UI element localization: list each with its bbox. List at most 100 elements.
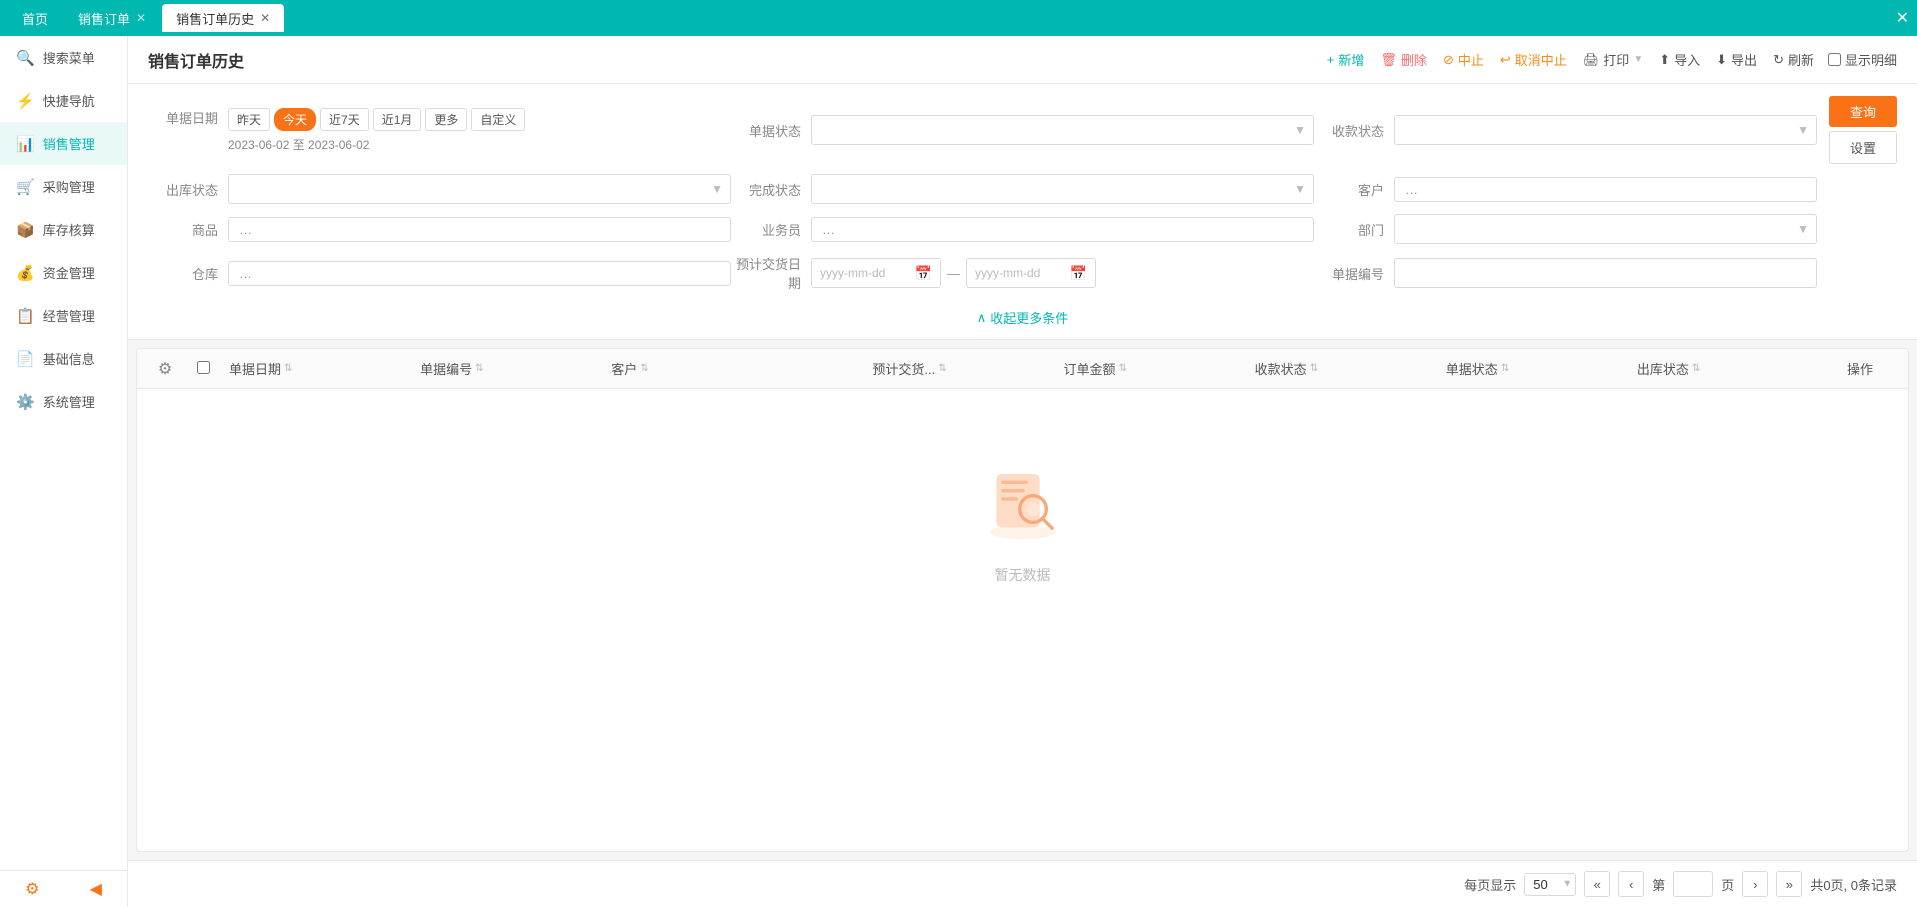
- sidebar-item-purchase-mgmt[interactable]: 🛒 采购管理: [0, 165, 127, 208]
- sidebar: 🔍 搜索菜单 ⚡ 快捷导航 📊 销售管理 🛒 采购管理 📦 库存核算 💰 资金管…: [0, 36, 128, 907]
- top-bar: 首页 销售订单 ✕ 销售订单历史 ✕ ✕: [0, 0, 1917, 36]
- sidebar-item-quick-nav[interactable]: ⚡ 快捷导航: [0, 79, 127, 122]
- complete-status-select[interactable]: [811, 174, 1314, 204]
- print-dropdown-icon: ▼: [1633, 54, 1643, 65]
- date-more-btn[interactable]: 更多: [425, 108, 467, 131]
- tab-sales-order-close[interactable]: ✕: [136, 12, 146, 24]
- complete-status-label: 完成状态: [731, 180, 811, 199]
- dept-select[interactable]: [1394, 214, 1817, 244]
- page-number-input[interactable]: 1: [1673, 871, 1713, 897]
- tab-sales-order-history[interactable]: 销售订单历史 ✕: [162, 4, 284, 32]
- page-unit-label: 页: [1721, 875, 1734, 894]
- new-button[interactable]: + 新增: [1325, 46, 1367, 73]
- warehouse-picker-btn[interactable]: …: [228, 261, 731, 286]
- table-settings-icon[interactable]: ⚙: [158, 361, 172, 378]
- export-icon: ⬇: [1716, 52, 1727, 68]
- window-close-button[interactable]: ✕: [1896, 8, 1909, 28]
- content-area: 销售订单历史 + 新增 🗑 删除 ⊘ 中止 ↩ 取消中止: [128, 36, 1917, 907]
- date-yesterday-btn[interactable]: 昨天: [228, 108, 270, 131]
- refresh-button[interactable]: ↻ 刷新: [1771, 46, 1816, 73]
- prev-page-button[interactable]: ‹: [1618, 871, 1644, 897]
- outbound-status-select[interactable]: [228, 174, 731, 204]
- print-button[interactable]: 🖨 打印 ▼: [1581, 46, 1645, 73]
- query-button[interactable]: 查询: [1829, 96, 1897, 127]
- first-page-button[interactable]: «: [1584, 871, 1610, 897]
- basic-info-icon: 📄: [16, 350, 35, 368]
- quick-nav-icon: ⚡: [16, 92, 35, 110]
- date-last1m-btn[interactable]: 近1月: [373, 108, 422, 131]
- th-customer: 客户 ⇅: [603, 359, 864, 378]
- cancel-stop-button[interactable]: ↩ 取消中止: [1498, 46, 1569, 73]
- last-page-button[interactable]: »: [1776, 871, 1802, 897]
- stop-icon: ⊘: [1443, 52, 1454, 68]
- sort-customer-icon[interactable]: ⇅: [640, 363, 648, 374]
- th-bill-date: 单据日期 ⇅: [221, 359, 412, 378]
- filter-row-2: 出库状态 ▼ 完成状态 ▼: [148, 174, 1897, 204]
- sidebar-collapse-icon[interactable]: ◀: [90, 879, 102, 899]
- sort-order-amount-icon[interactable]: ⇅: [1119, 363, 1127, 374]
- sidebar-item-sys-mgmt[interactable]: ⚙️ 系统管理: [0, 380, 127, 423]
- bill-status-select[interactable]: [811, 115, 1314, 145]
- delete-button[interactable]: 🗑 删除: [1378, 46, 1429, 73]
- bill-no-input[interactable]: [1394, 258, 1817, 288]
- page-size-select[interactable]: 10 20 50 100: [1524, 873, 1576, 896]
- show-detail-label[interactable]: 显示明细: [1828, 50, 1897, 69]
- page-label: 第: [1652, 875, 1665, 894]
- payment-status-select[interactable]: [1394, 115, 1817, 145]
- th-expected-delivery: 预计交货... ⇅: [864, 359, 1055, 378]
- sort-bill-status-icon[interactable]: ⇅: [1501, 363, 1509, 374]
- th-payment-status: 收款状态 ⇅: [1247, 359, 1438, 378]
- sidebar-item-finance[interactable]: 💰 资金管理: [0, 251, 127, 294]
- product-picker-btn[interactable]: …: [228, 217, 731, 242]
- sidebar-bottom: ⚙ ◀: [0, 870, 127, 907]
- sort-expected-delivery-icon[interactable]: ⇅: [938, 363, 946, 374]
- salesperson-picker-btn[interactable]: …: [811, 217, 1314, 242]
- tab-home[interactable]: 首页: [8, 4, 62, 32]
- product-label: 商品: [148, 220, 228, 239]
- bill-no-label: 单据编号: [1314, 264, 1394, 283]
- salesperson-label: 业务员: [731, 220, 811, 239]
- customer-label: 客户: [1314, 180, 1394, 199]
- date-last7-btn[interactable]: 近7天: [320, 108, 369, 131]
- payment-status-label: 收款状态: [1314, 121, 1394, 140]
- settings-button[interactable]: 设置: [1829, 131, 1897, 164]
- sidebar-item-search-menu[interactable]: 🔍 搜索菜单: [0, 36, 127, 79]
- empty-illustration: [973, 449, 1073, 549]
- sort-outbound-status-icon[interactable]: ⇅: [1692, 363, 1700, 374]
- expected-delivery-label: 预计交货日期: [731, 254, 811, 292]
- table-header: ⚙ 单据日期 ⇅ 单据编号 ⇅ 客户 ⇅ 预计交货...: [137, 349, 1908, 389]
- select-all-checkbox[interactable]: [197, 361, 210, 374]
- sidebar-settings-icon[interactable]: ⚙: [25, 879, 39, 899]
- sidebar-item-sales-mgmt[interactable]: 📊 销售管理: [0, 122, 127, 165]
- expected-delivery-to[interactable]: yyyy-mm-dd 📅: [966, 258, 1096, 288]
- sidebar-item-inventory[interactable]: 📦 库存核算: [0, 208, 127, 251]
- date-custom-btn[interactable]: 自定义: [471, 108, 525, 131]
- empty-text: 暂无数据: [995, 565, 1051, 585]
- stop-button[interactable]: ⊘ 中止: [1441, 46, 1486, 73]
- bill-status-select-wrapper: ▼: [811, 115, 1314, 145]
- date-quick-btns: 昨天 今天 近7天 近1月 更多 自定义: [228, 108, 525, 131]
- customer-picker-btn[interactable]: …: [1394, 177, 1817, 202]
- expected-delivery-date-range: yyyy-mm-dd 📅 — yyyy-mm-dd 📅: [811, 258, 1096, 288]
- tab-sales-order[interactable]: 销售订单 ✕: [64, 4, 160, 32]
- date-range: 2023-06-02 至 2023-06-02: [228, 136, 525, 153]
- th-bill-no: 单据编号 ⇅: [412, 359, 603, 378]
- purchase-mgmt-icon: 🛒: [16, 178, 35, 196]
- next-page-button[interactable]: ›: [1742, 871, 1768, 897]
- sort-bill-date-icon[interactable]: ⇅: [284, 363, 292, 374]
- collapse-up-icon: ∧: [977, 310, 987, 326]
- sidebar-item-basic-info[interactable]: 📄 基础信息: [0, 337, 127, 380]
- show-detail-checkbox[interactable]: [1828, 53, 1841, 66]
- expected-delivery-from[interactable]: yyyy-mm-dd 📅: [811, 258, 941, 288]
- sort-bill-no-icon[interactable]: ⇅: [475, 363, 483, 374]
- collapse-btn[interactable]: ∧ 收起更多条件: [148, 302, 1897, 327]
- tab-sales-order-history-close[interactable]: ✕: [260, 12, 270, 24]
- warehouse-label: 仓库: [148, 264, 228, 283]
- export-button[interactable]: ⬇ 导出: [1714, 46, 1759, 73]
- refresh-icon: ↻: [1773, 52, 1784, 68]
- outbound-status-select-wrapper: ▼: [228, 174, 731, 204]
- date-today-btn[interactable]: 今天: [274, 108, 316, 131]
- sort-payment-status-icon[interactable]: ⇅: [1310, 363, 1318, 374]
- sidebar-item-operations[interactable]: 📋 经营管理: [0, 294, 127, 337]
- import-button[interactable]: ⬆ 导入: [1657, 46, 1702, 73]
